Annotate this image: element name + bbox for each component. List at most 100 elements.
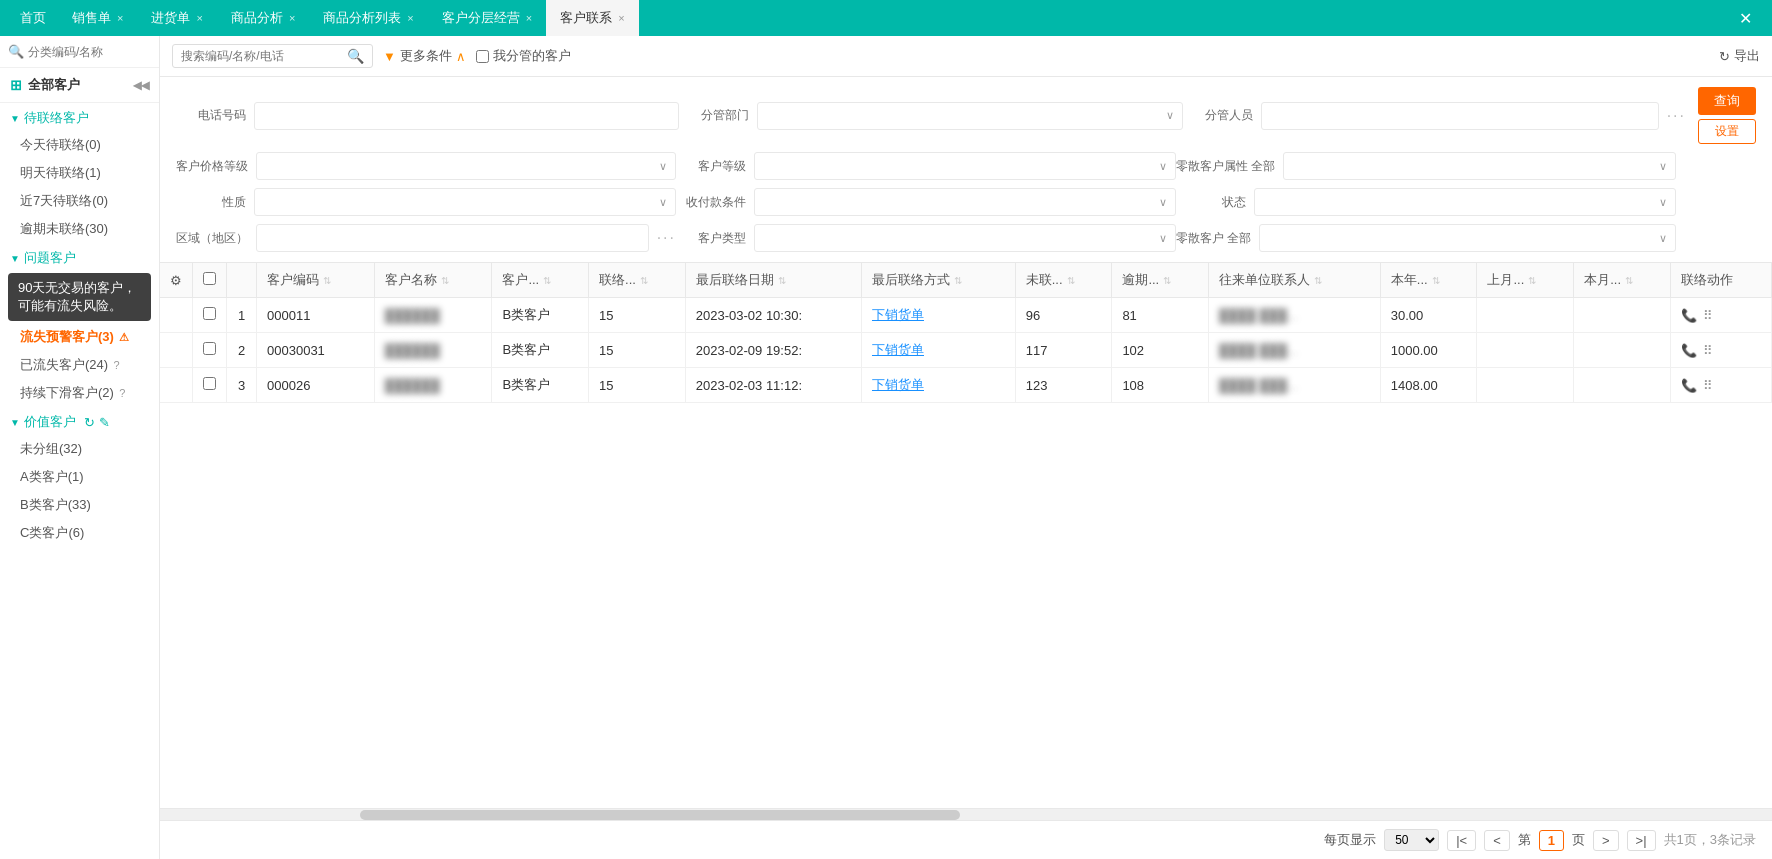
nav-purchase[interactable]: 进货单 × [137,0,216,36]
first-page-button[interactable]: |< [1447,830,1476,851]
nav-product-list-close[interactable]: × [407,12,413,24]
more-conditions-button[interactable]: ▼ 更多条件 ∧ [383,47,466,65]
person-dots[interactable]: ··· [1667,107,1686,125]
nav-customer-contact-close[interactable]: × [618,12,624,24]
row-action[interactable]: 📞 ⠿ [1670,298,1771,333]
col-action: 联络动作 [1670,263,1771,298]
region-dots[interactable]: ··· [657,229,676,247]
edit-icon[interactable]: ✎ [99,415,110,430]
status-select[interactable]: ∨ [1254,188,1676,216]
price-level-select[interactable]: ∨ [256,152,676,180]
col-code[interactable]: 客户编码⇅ [257,263,375,298]
action-contact-icon[interactable]: 📞 [1681,378,1697,393]
my-customers-checkbox[interactable]: 我分管的客户 [476,47,571,65]
col-last-method[interactable]: 最后联络方式⇅ [861,263,1015,298]
sidebar-item-declining[interactable]: 持续下滑客户(2) ? [0,379,159,407]
export-button[interactable]: ↻ 导出 [1719,47,1760,65]
nav-product-analysis-close[interactable]: × [289,12,295,24]
search-button[interactable]: 🔍 [347,48,364,64]
window-close-button[interactable]: ✕ [1727,9,1764,28]
sidebar: 🔍 ⊞ 全部客户 ◀◀ ▼ 待联络客户 今天待联络(0) 明天待联络(1) 近7… [0,36,160,859]
row-this-year: 1408.00 [1380,368,1477,403]
sidebar-item-today[interactable]: 今天待联络(0) [0,131,159,159]
action-contact-icon[interactable]: 📞 [1681,308,1697,323]
horizontal-scrollbar[interactable] [160,808,1772,820]
filter-icon: ▼ [383,49,396,64]
phone-input[interactable] [254,102,679,130]
sidebar-item-churned[interactable]: 已流失客户(24) ? [0,351,159,379]
nav-customer-tier-close[interactable]: × [526,12,532,24]
my-customers-check[interactable] [476,50,489,63]
sidebar-item-a-class[interactable]: A类客户(1) [0,463,159,491]
search-input[interactable] [181,49,341,63]
nav-product-analysis[interactable]: 商品分析 × [217,0,309,36]
query-button[interactable]: 查询 [1698,87,1756,115]
region-input[interactable] [256,224,649,252]
col-this-year[interactable]: 本年...⇅ [1380,263,1477,298]
nature-select[interactable]: ∨ [254,188,676,216]
sidebar-section-value[interactable]: ▼ 价值客户 ↻ ✎ [0,407,159,435]
row-checkbox[interactable] [193,333,227,368]
sidebar-item-7days[interactable]: 近7天待联络(0) [0,187,159,215]
sidebar-item-b-class[interactable]: B类客户(33) [0,491,159,519]
col-overdue[interactable]: 逾期...⇅ [1112,263,1209,298]
dept-arrow: ∨ [1166,109,1174,122]
sidebar-section-problem[interactable]: ▼ 问题客户 [0,243,159,271]
payment-select[interactable]: ∨ [754,188,1176,216]
action-more-icon[interactable]: ⠿ [1703,343,1713,358]
col-name[interactable]: 客户名称⇅ [374,263,492,298]
col-checkbox[interactable] [193,263,227,298]
action-contact-icon[interactable]: 📞 [1681,343,1697,358]
row-checkbox[interactable] [193,368,227,403]
refresh-icon[interactable]: ↻ [84,415,95,430]
row-last-method[interactable]: 下销货单 [861,368,1015,403]
action-more-icon[interactable]: ⠿ [1703,378,1713,393]
filter-panel: 电话号码 分管部门 ∨ 分管人员 ··· 查询 设置 [160,77,1772,263]
retail-attr-select[interactable]: ∨ [1283,152,1676,180]
customer-type-select[interactable]: ∨ [754,224,1176,252]
row-last-method[interactable]: 下销货单 [861,333,1015,368]
settings-button[interactable]: 设置 [1698,119,1756,144]
sidebar-all-customers[interactable]: ⊞ 全部客户 ◀◀ [0,68,159,103]
customer-level-select[interactable]: ∨ [754,152,1176,180]
nav-customer-tier[interactable]: 客户分层经营 × [428,0,546,36]
nav-sales-close[interactable]: × [117,12,123,24]
sidebar-item-ungrouped[interactable]: 未分组(32) [0,435,159,463]
col-unit-contact[interactable]: 往来单位联系人⇅ [1209,263,1381,298]
col-num [227,263,257,298]
person-input[interactable] [1261,102,1659,130]
row-action[interactable]: 📞 ⠿ [1670,333,1771,368]
last-page-button[interactable]: >| [1627,830,1656,851]
next-page-button[interactable]: > [1593,830,1619,851]
action-more-icon[interactable]: ⠿ [1703,308,1713,323]
col-type[interactable]: 客户...⇅ [492,263,589,298]
sidebar-section-pending[interactable]: ▼ 待联络客户 [0,103,159,131]
nav-purchase-close[interactable]: × [196,12,202,24]
col-contact[interactable]: 联络...⇅ [589,263,686,298]
sidebar-item-c-class[interactable]: C类客户(6) [0,519,159,547]
sidebar-search-input[interactable] [28,45,160,59]
per-page-select[interactable]: 50 100 200 [1384,829,1439,851]
nav-product-list[interactable]: 商品分析列表 × [309,0,427,36]
col-last-month[interactable]: 上月...⇅ [1477,263,1574,298]
sidebar-item-overdue-contact[interactable]: 逾期未联络(30) [0,215,159,243]
sidebar-item-tomorrow[interactable]: 明天待联络(1) [0,159,159,187]
col-settings[interactable]: ⚙ [160,263,193,298]
col-uncontacted[interactable]: 未联...⇅ [1015,263,1112,298]
select-all-checkbox[interactable] [203,272,216,285]
nav-customer-contact[interactable]: 客户联系 × [546,0,638,36]
row-settings [160,368,193,403]
retail-customer-select[interactable]: ∨ [1259,224,1676,252]
row-last-method[interactable]: 下销货单 [861,298,1015,333]
dept-select[interactable]: ∨ [757,102,1182,130]
row-action[interactable]: 📞 ⠿ [1670,368,1771,403]
nav-home[interactable]: 首页 [8,0,58,36]
col-this-month[interactable]: 本月...⇅ [1574,263,1671,298]
prev-page-button[interactable]: < [1484,830,1510,851]
row-checkbox[interactable] [193,298,227,333]
scrollbar-thumb[interactable] [360,810,960,820]
col-last-date[interactable]: 最后联络日期⇅ [685,263,861,298]
nav-sales[interactable]: 销售单 × [58,0,137,36]
sidebar-item-churn-warning[interactable]: 流失预警客户(3) ⚠ [0,323,159,351]
customer-type-arrow: ∨ [1159,232,1167,245]
